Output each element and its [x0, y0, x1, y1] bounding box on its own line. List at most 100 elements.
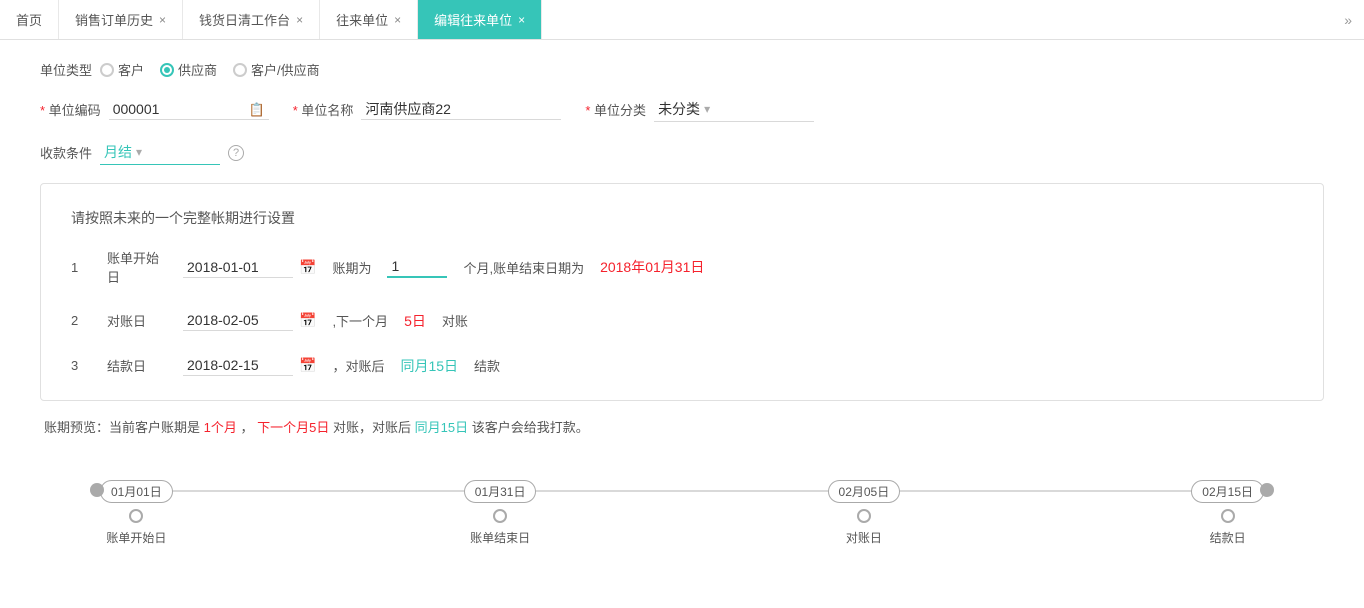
timeline-node-2: 02月05日 对账日: [828, 480, 901, 546]
period-day-2: 5日: [404, 311, 426, 331]
tab-expand-button[interactable]: »: [1332, 0, 1364, 39]
tab-partner-label: 往来单位: [336, 10, 388, 29]
unit-code-field: 单位编码 📋: [40, 99, 269, 120]
period-box: 请按照未来的一个完整帐期进行设置 1 账单开始日 📅 账期为 个月,账单结束日期…: [40, 183, 1324, 401]
unit-name-field: 单位名称: [293, 99, 562, 120]
date-wrap-1: 📅: [183, 257, 316, 278]
unit-category-label: 单位分类: [585, 100, 646, 119]
unit-name-input[interactable]: [361, 99, 561, 120]
code-name-category-row: 单位编码 📋 单位名称 单位分类 未分类 ▾: [40, 97, 1324, 122]
copy-icon[interactable]: 📋: [249, 102, 265, 118]
timeline-node-3: 02月15日 结款日: [1191, 480, 1264, 546]
preview-suffix: 该客户会给我打款。: [472, 420, 589, 435]
tab-cash-work-close[interactable]: ×: [296, 13, 303, 27]
timeline-dot-1: [493, 509, 507, 523]
tab-edit-partner-label: 编辑往来单位: [434, 10, 512, 29]
unit-name-label: 单位名称: [293, 100, 354, 119]
radio-both-circle: [233, 63, 247, 77]
period-num-input-1[interactable]: [387, 256, 447, 278]
timeline-badge-0: 01月01日: [100, 480, 173, 503]
payment-select[interactable]: 月结 ▾: [100, 140, 220, 165]
period-end-date-1: 2018年01月31日: [600, 257, 704, 277]
period-suffix-after-3: 结款: [474, 356, 500, 375]
radio-both[interactable]: 客户/供应商: [233, 60, 320, 79]
tab-home-label: 首页: [16, 10, 42, 29]
unit-code-label: 单位编码: [40, 100, 101, 119]
period-suffix-mid-2: ,下一个月: [332, 311, 388, 330]
radio-customer-label: 客户: [118, 60, 144, 79]
timeline-node-1: 01月31日 账单结束日: [464, 480, 537, 546]
timeline-badge-3: 02月15日: [1191, 480, 1264, 503]
unit-category-value: 未分类: [658, 99, 700, 119]
radio-supplier-label: 供应商: [178, 60, 217, 79]
unit-type-row: 单位类型 客户 供应商 客户/供应商: [40, 60, 1324, 79]
radio-customer[interactable]: 客户: [100, 60, 144, 79]
timeline-left-dot: [90, 483, 104, 497]
tab-sales-history[interactable]: 销售订单历史 ×: [59, 0, 183, 39]
tab-edit-partner[interactable]: 编辑往来单位 ×: [418, 0, 542, 39]
period-suffix-after-1: 个月,账单结束日期为: [463, 258, 584, 277]
timeline: 01月01日 账单开始日 01月31日 账单结束日 02月05日 对账日 02月…: [40, 460, 1324, 576]
calendar-icon-3[interactable]: 📅: [299, 357, 316, 374]
radio-customer-circle: [100, 63, 114, 77]
timeline-label-2: 对账日: [846, 529, 882, 546]
timeline-dot-2: [857, 509, 871, 523]
preview-text: 账期预览：当前客户账期是 1个月 ， 下一个月5日 对账，对账后 同月15日 该…: [40, 417, 1324, 436]
period-suffix-after-2: 对账: [442, 311, 468, 330]
date-wrap-3: 📅: [183, 355, 316, 376]
timeline-label-1: 账单结束日: [470, 529, 530, 546]
tab-edit-partner-close[interactable]: ×: [518, 13, 525, 27]
period-row-3: 3 结款日 📅 ，对账后 同月15日 结款: [71, 355, 1293, 376]
timeline-dot-3: [1221, 509, 1235, 523]
radio-supplier[interactable]: 供应商: [160, 60, 217, 79]
timeline-dot-0: [129, 509, 143, 523]
date-input-2[interactable]: [183, 310, 293, 331]
unit-code-input[interactable]: [109, 99, 269, 120]
preview-period: 1个月: [204, 420, 237, 435]
tab-partner-close[interactable]: ×: [394, 13, 401, 27]
date-input-1[interactable]: [183, 257, 293, 278]
calendar-icon-1[interactable]: 📅: [299, 259, 316, 276]
expand-icon: »: [1344, 12, 1352, 28]
timeline-label-0: 账单开始日: [106, 529, 166, 546]
timeline-node-0: 01月01日 账单开始日: [100, 480, 173, 546]
preview-date1: 下一个月5日: [257, 420, 329, 435]
period-suffix-before-1: 账期为: [332, 258, 371, 277]
unit-code-input-wrap: 📋: [109, 99, 269, 120]
help-icon[interactable]: ?: [228, 145, 244, 161]
payment-value: 月结: [104, 142, 132, 162]
payment-field: 收款条件 月结 ▾ ?: [40, 140, 244, 165]
tab-sales-history-label: 销售订单历史: [75, 10, 153, 29]
date-input-3[interactable]: [183, 355, 293, 376]
radio-group: 客户 供应商 客户/供应商: [100, 60, 320, 79]
period-day-text-3: 同月15日: [400, 356, 458, 376]
tab-home[interactable]: 首页: [0, 0, 59, 39]
period-label-2: 对账日: [107, 311, 167, 330]
preview-mid1: ，: [241, 420, 254, 435]
payment-chevron-icon: ▾: [136, 145, 142, 159]
radio-supplier-circle: [160, 63, 174, 77]
period-num-3: 3: [71, 358, 91, 373]
period-suffix-mid-3: ，对账后: [332, 356, 384, 375]
unit-category-select[interactable]: 未分类 ▾: [654, 97, 814, 122]
period-row-1: 1 账单开始日 📅 账期为 个月,账单结束日期为 2018年01月31日: [71, 248, 1293, 286]
timeline-badge-1: 01月31日: [464, 480, 537, 503]
period-label-3: 结款日: [107, 356, 167, 375]
timeline-badge-2: 02月05日: [828, 480, 901, 503]
period-num-2: 2: [71, 313, 91, 328]
timeline-right-dot: [1260, 483, 1274, 497]
tab-cash-work[interactable]: 钱货日清工作台 ×: [183, 0, 320, 39]
period-box-title: 请按照未来的一个完整帐期进行设置: [71, 208, 1293, 228]
timeline-label-3: 结款日: [1210, 529, 1246, 546]
preview-prefix: 账期预览：当前客户账期是: [44, 420, 200, 435]
preview-mid2: 对账，对账后: [333, 420, 411, 435]
period-num-1: 1: [71, 260, 91, 275]
tab-sales-history-close[interactable]: ×: [159, 13, 166, 27]
calendar-icon-2[interactable]: 📅: [299, 312, 316, 329]
payment-label: 收款条件: [40, 143, 92, 162]
tab-partner[interactable]: 往来单位 ×: [320, 0, 418, 39]
period-row-2: 2 对账日 📅 ,下一个月 5日 对账: [71, 310, 1293, 331]
page-content: 单位类型 客户 供应商 客户/供应商 单位编码: [0, 40, 1364, 608]
unit-category-field: 单位分类 未分类 ▾: [585, 97, 814, 122]
date-wrap-2: 📅: [183, 310, 316, 331]
